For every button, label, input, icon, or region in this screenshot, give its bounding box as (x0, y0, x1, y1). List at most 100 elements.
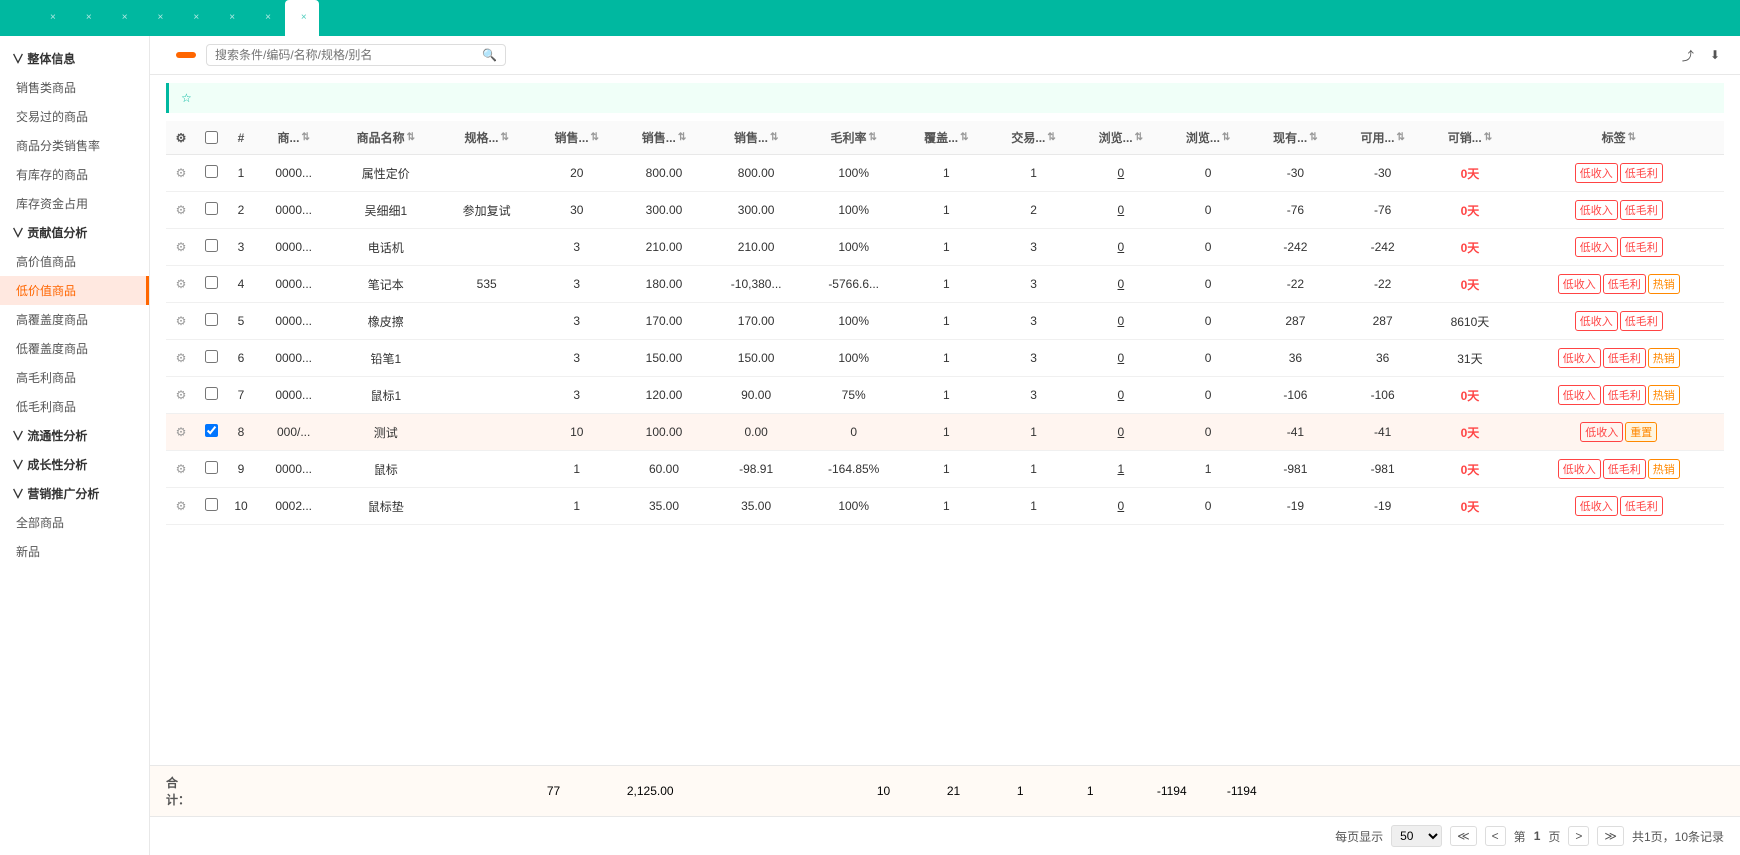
settings-cell[interactable]: ⚙ (166, 451, 196, 488)
sidebar-item-high-coverage[interactable]: 高覆盖度商品 (0, 305, 149, 334)
sidebar-item-sales-goods[interactable]: 销售类商品 (0, 73, 149, 102)
nav-goods-list[interactable]: × (285, 0, 319, 36)
settings-cell[interactable]: ⚙ (166, 229, 196, 266)
row-checkbox[interactable] (205, 276, 218, 289)
filter-button[interactable] (176, 52, 196, 58)
browse1-link[interactable]: 0 (1118, 388, 1125, 402)
sidebar-group-flow[interactable]: ∨ 流通性分析 (0, 421, 149, 450)
col-spec[interactable]: 规格... ⇅ (440, 121, 533, 155)
col-gross[interactable]: 毛利率 ⇅ (805, 121, 903, 155)
row-checkbox[interactable] (205, 350, 218, 363)
settings-cell[interactable]: ⚙ (166, 303, 196, 340)
close-icon[interactable]: × (229, 0, 235, 36)
next-page-button[interactable]: > (1568, 826, 1589, 846)
row-checkbox[interactable] (205, 461, 218, 474)
col-sale3[interactable]: 销售... ⇅ (708, 121, 805, 155)
col-sale2[interactable]: 销售... ⇅ (620, 121, 707, 155)
checkbox-cell[interactable] (196, 488, 226, 525)
checkbox-cell[interactable] (196, 155, 226, 192)
browse1-cell[interactable]: 0 (1077, 192, 1164, 229)
row-checkbox[interactable] (205, 424, 218, 437)
row-checkbox[interactable] (205, 239, 218, 252)
browse1-cell[interactable]: 0 (1077, 488, 1164, 525)
sidebar-item-capital[interactable]: 库存资金占用 (0, 189, 149, 218)
browse1-link[interactable]: 0 (1118, 277, 1125, 291)
nav-warehouse[interactable]: × (177, 0, 211, 36)
prev-page-button[interactable]: < (1485, 826, 1506, 846)
close-icon[interactable]: × (50, 0, 56, 36)
settings-cell[interactable]: ⚙ (166, 266, 196, 303)
sidebar-item-low-margin[interactable]: 低毛利商品 (0, 392, 149, 421)
col-name[interactable]: 商品名称 ⇅ (331, 121, 440, 155)
col-coverage[interactable]: 覆盖... ⇅ (903, 121, 990, 155)
browse1-cell[interactable]: 1 (1077, 451, 1164, 488)
nav-home[interactable] (8, 0, 32, 36)
col-stock-sell[interactable]: 可销... ⇅ (1426, 121, 1513, 155)
checkbox-cell[interactable] (196, 229, 226, 266)
sidebar-item-stock-goods[interactable]: 有库存的商品 (0, 160, 149, 189)
checkbox-cell[interactable] (196, 377, 226, 414)
browse1-link[interactable]: 0 (1118, 425, 1125, 439)
sidebar-group-value[interactable]: ∨ 贡献值分析 (0, 218, 149, 247)
checkbox-cell[interactable] (196, 266, 226, 303)
row-checkbox[interactable] (205, 313, 218, 326)
checkbox-cell[interactable] (196, 303, 226, 340)
sidebar-item-new-goods[interactable]: 新品 (0, 537, 149, 566)
browse1-link[interactable]: 0 (1118, 240, 1125, 254)
col-browse2[interactable]: 浏览... ⇅ (1164, 121, 1251, 155)
checkbox-cell[interactable] (196, 192, 226, 229)
settings-cell[interactable]: ⚙ (166, 377, 196, 414)
browse1-cell[interactable]: 0 (1077, 414, 1164, 451)
settings-cell[interactable]: ⚙ (166, 340, 196, 377)
close-icon[interactable]: × (158, 0, 164, 36)
nav-sales[interactable]: × (34, 0, 68, 36)
checkbox-cell[interactable] (196, 451, 226, 488)
nav-role[interactable]: × (142, 0, 176, 36)
browse1-link[interactable]: 0 (1118, 351, 1125, 365)
col-stock-cur[interactable]: 现有... ⇅ (1252, 121, 1339, 155)
search-icon[interactable]: 🔍 (482, 48, 497, 62)
sidebar-item-low-coverage[interactable]: 低覆盖度商品 (0, 334, 149, 363)
sidebar-group-growth[interactable]: ∨ 成长性分析 (0, 450, 149, 479)
settings-cell[interactable]: ⚙ (166, 192, 196, 229)
close-icon[interactable]: × (301, 0, 307, 36)
nav-permission[interactable]: × (106, 0, 140, 36)
sidebar-item-high-value[interactable]: 高价值商品 (0, 247, 149, 276)
table-wrapper[interactable]: ⚙ # 商... ⇅ 商品名称 ⇅ 规格... ⇅ 销售... ⇅ 销售... … (150, 121, 1740, 765)
browse1-link[interactable]: 0 (1118, 314, 1125, 328)
settings-cell[interactable]: ⚙ (166, 488, 196, 525)
col-checkbox[interactable] (196, 121, 226, 155)
close-icon[interactable]: × (193, 0, 199, 36)
select-all-checkbox[interactable] (205, 131, 218, 144)
col-sale1[interactable]: 销售... ⇅ (533, 121, 620, 155)
checkbox-cell[interactable] (196, 340, 226, 377)
row-checkbox[interactable] (205, 387, 218, 400)
browse1-link[interactable]: 0 (1118, 203, 1125, 217)
browse1-cell[interactable]: 0 (1077, 340, 1164, 377)
nav-purchase[interactable]: × (70, 0, 104, 36)
sidebar-item-high-margin[interactable]: 高毛利商品 (0, 363, 149, 392)
first-page-button[interactable]: ≪ (1450, 826, 1477, 846)
close-icon[interactable]: × (265, 0, 271, 36)
sidebar-item-all-goods[interactable]: 全部商品 (0, 508, 149, 537)
last-page-button[interactable]: ≫ (1597, 826, 1624, 846)
browse1-cell[interactable]: 0 (1077, 229, 1164, 266)
sidebar-item-traded-goods[interactable]: 交易过的商品 (0, 102, 149, 131)
col-browse1[interactable]: 浏览... ⇅ (1077, 121, 1164, 155)
close-icon[interactable]: × (86, 0, 92, 36)
per-page-select[interactable]: 50 100 200 (1391, 825, 1442, 847)
nav-goods-analysis[interactable]: × (249, 0, 283, 36)
settings-cell[interactable]: ⚙ (166, 414, 196, 451)
sidebar-group-marketing[interactable]: ∨ 营销推广分析 (0, 479, 149, 508)
sidebar-item-category-rate[interactable]: 商品分类销售率 (0, 131, 149, 160)
col-trade[interactable]: 交易... ⇅ (990, 121, 1077, 155)
browse1-link[interactable]: 0 (1118, 499, 1125, 513)
browse1-cell[interactable]: 0 (1077, 266, 1164, 303)
browse1-cell[interactable]: 0 (1077, 377, 1164, 414)
col-code[interactable]: 商... ⇅ (256, 121, 331, 155)
row-checkbox[interactable] (205, 202, 218, 215)
sidebar-group-overall[interactable]: ∨ 整体信息 (0, 44, 149, 73)
browse1-cell[interactable]: 0 (1077, 303, 1164, 340)
search-input[interactable] (215, 48, 476, 62)
share-button[interactable]: ⤴ (1682, 47, 1698, 64)
